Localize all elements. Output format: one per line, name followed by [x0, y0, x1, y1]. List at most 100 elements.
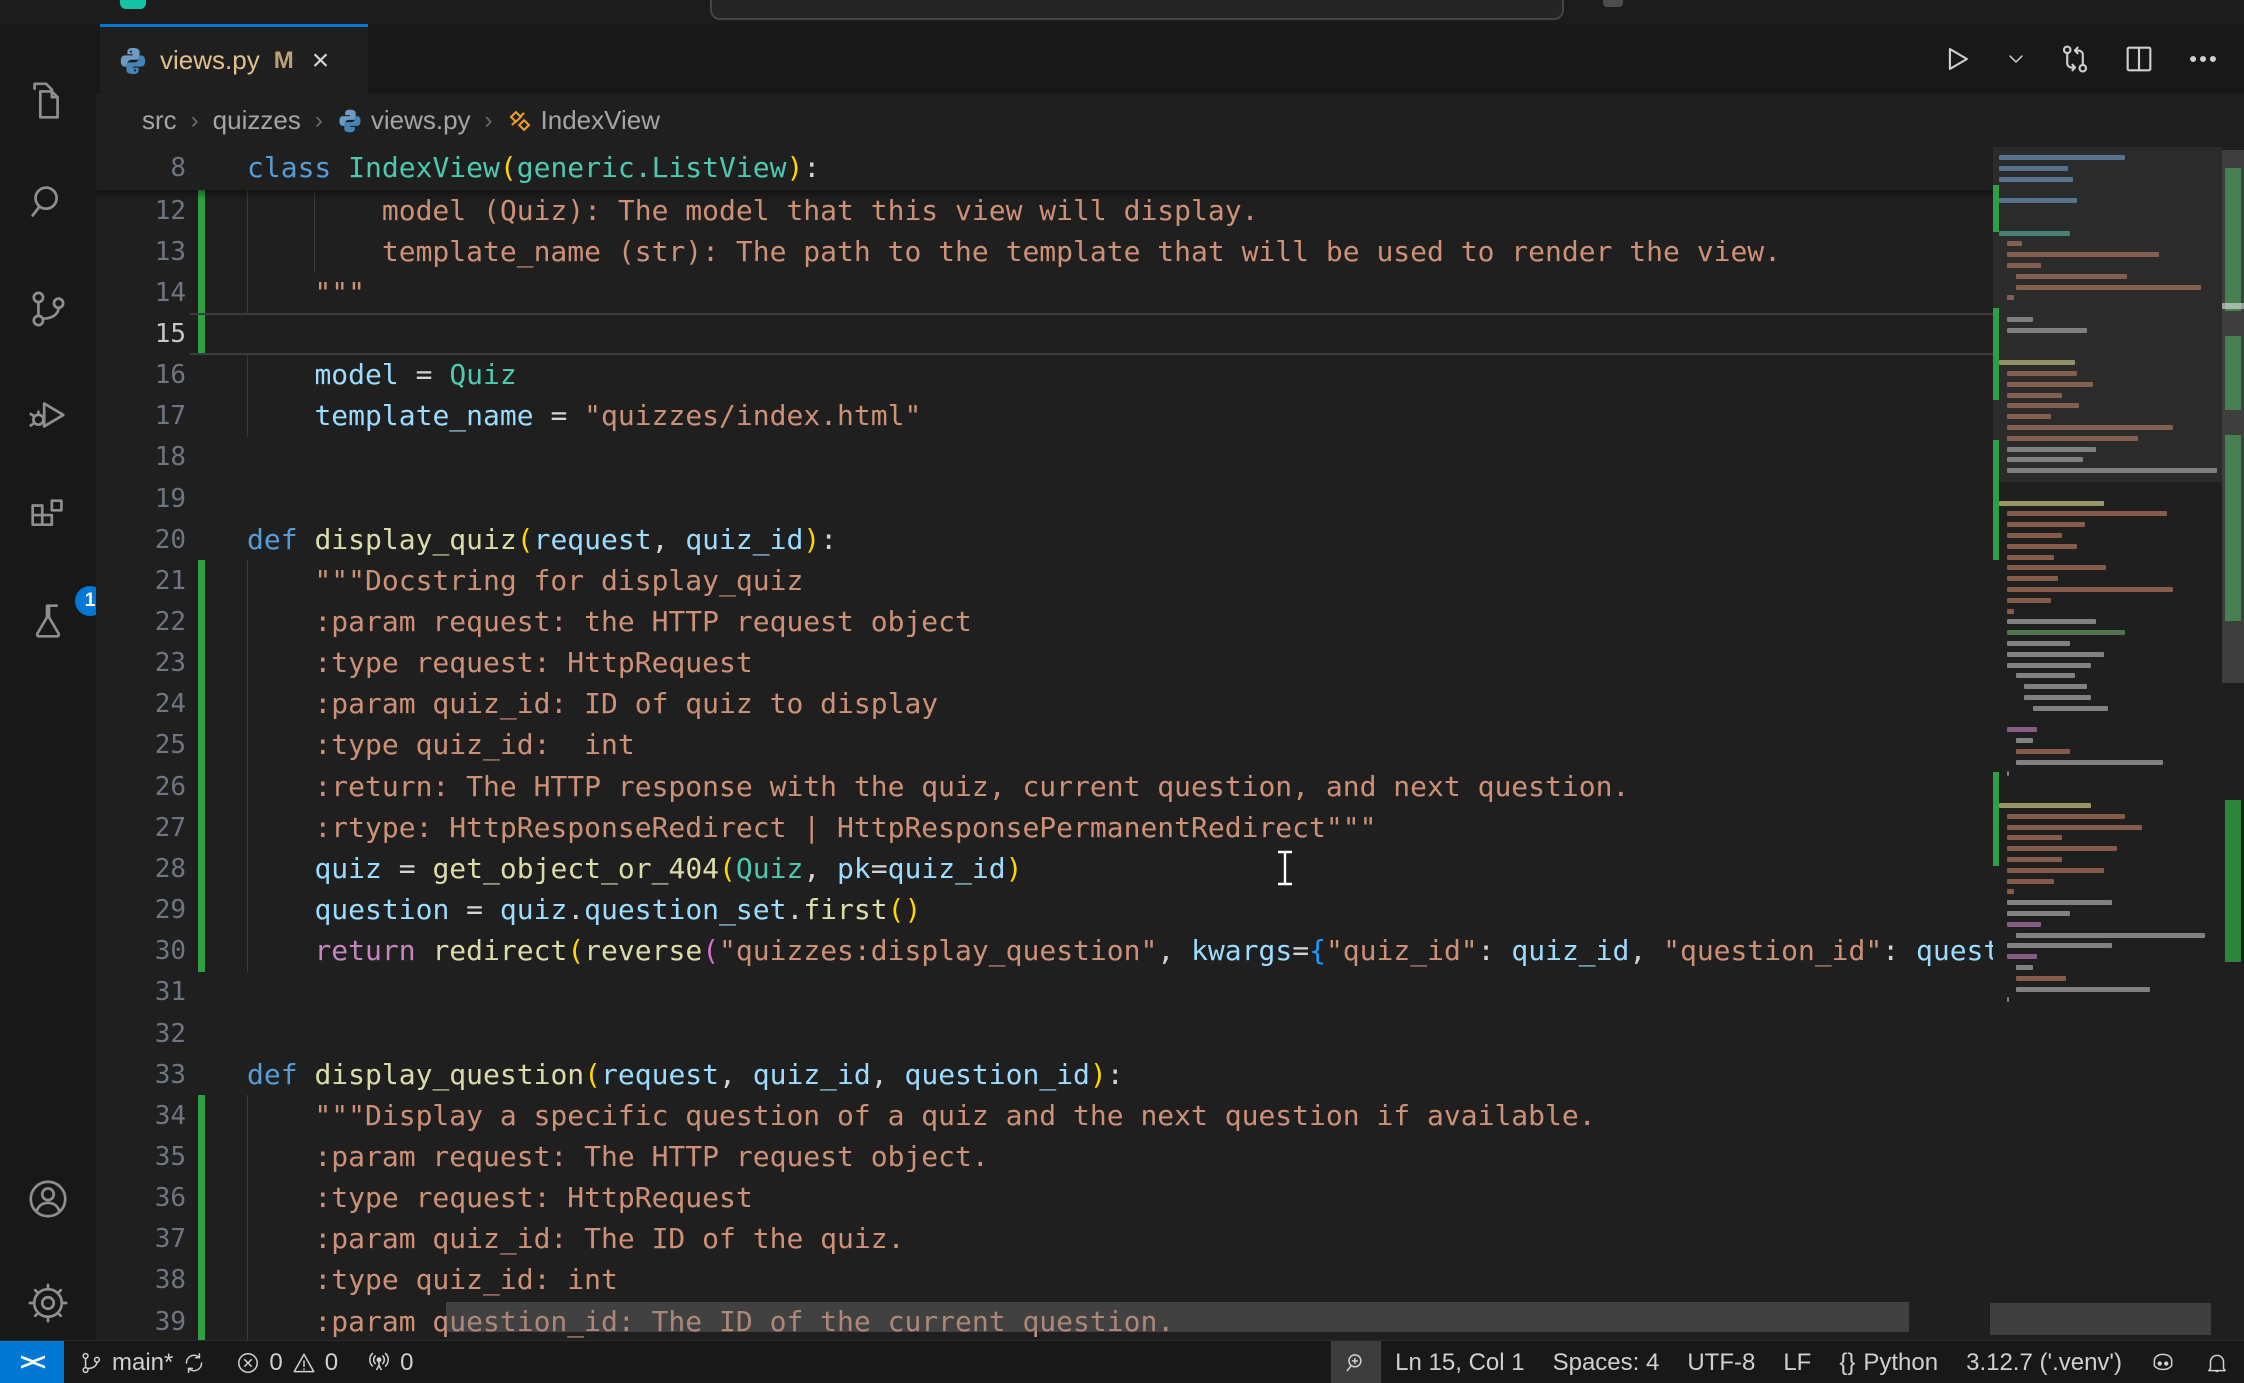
line-number[interactable]: 22 [96, 601, 186, 643]
line-number[interactable]: 15 [96, 313, 186, 355]
line-number[interactable]: 24 [96, 683, 186, 725]
line-number[interactable]: 39 [96, 1301, 186, 1340]
tab-close-icon[interactable]: × [312, 44, 330, 78]
run-debug-icon[interactable] [25, 390, 71, 436]
code-line[interactable]: 36 :type request: HttpRequest [96, 1177, 1993, 1220]
more-actions-icon[interactable] [2186, 42, 2220, 76]
remote-indicator[interactable]: >< [0, 1341, 64, 1383]
python-interpreter[interactable]: 3.12.7 ('.venv') [1952, 1341, 2136, 1383]
line-number[interactable]: 33 [96, 1054, 186, 1096]
line-number[interactable]: 18 [96, 436, 186, 478]
line-number[interactable]: 25 [96, 724, 186, 766]
line-number[interactable]: 16 [96, 354, 186, 396]
source-control-icon[interactable]: 1 [25, 286, 105, 616]
minimap-slider[interactable] [1993, 147, 2222, 482]
code-editor[interactable]: 12 model (Quiz): The model that this vie… [96, 147, 1993, 1340]
code-line[interactable]: 20 def display_quiz(request, quiz_id): [96, 519, 1993, 561]
run-dropdown-chevron-icon[interactable] [2004, 42, 2028, 76]
line-number[interactable]: 12 [96, 190, 186, 232]
line-number[interactable]: 35 [96, 1136, 186, 1178]
line-number[interactable]: 36 [96, 1177, 186, 1219]
breadcrumb-src[interactable]: src [142, 105, 177, 136]
line-number[interactable]: 17 [96, 395, 186, 437]
code-line[interactable]: 27 :rtype: HttpResponseRedirect | HttpRe… [96, 806, 1993, 849]
breadcrumb-quizzes[interactable]: quizzes [213, 105, 301, 136]
notifications-item[interactable] [2190, 1341, 2244, 1383]
tab-filename: views.py [160, 45, 260, 75]
explorer-icon[interactable] [25, 79, 71, 125]
testing-icon[interactable] [25, 598, 71, 644]
tab-views-py[interactable]: views.py M × [100, 24, 368, 94]
sticky-scroll[interactable]: 8 class IndexView(generic.ListView): [96, 147, 1993, 190]
code-line[interactable]: 17 template_name = "quizzes/index.html" [96, 395, 1993, 438]
git-modified-gutter-bar [198, 1218, 205, 1261]
code-line[interactable]: 35 :param request: The HTTP request obje… [96, 1135, 1993, 1178]
extensions-icon[interactable] [25, 494, 71, 540]
line-number[interactable]: 8 [96, 147, 186, 189]
split-editor-icon[interactable] [2122, 42, 2156, 76]
run-button-icon[interactable] [1940, 42, 1974, 76]
line-number[interactable]: 29 [96, 889, 186, 931]
command-center-search[interactable] [710, 0, 1564, 20]
line-number[interactable]: 27 [96, 807, 186, 849]
breadcrumb-indexview[interactable]: IndexView [507, 105, 660, 136]
sticky-scroll-line[interactable]: 8 class IndexView(generic.ListView): [96, 147, 1993, 189]
minimap-code-row [2015, 975, 2067, 981]
horizontal-scrollbar[interactable] [446, 1302, 1909, 1332]
settings-gear-icon[interactable] [25, 1280, 71, 1326]
code-line[interactable]: 21 """Docstring for display_quiz [96, 559, 1993, 602]
code-line[interactable]: 28 quiz = get_object_or_404(Quiz, pk=qui… [96, 847, 1993, 890]
code-line[interactable]: 18 [96, 436, 1993, 478]
line-number[interactable]: 23 [96, 642, 186, 684]
line-number[interactable]: 19 [96, 478, 186, 520]
code-line[interactable]: 23 :type request: HttpRequest [96, 642, 1993, 685]
line-number[interactable]: 31 [96, 971, 186, 1013]
line-number[interactable]: 37 [96, 1218, 186, 1260]
compare-changes-icon[interactable] [2058, 42, 2092, 76]
code-line[interactable]: 24 :param quiz_id: ID of quiz to display [96, 683, 1993, 726]
code-line[interactable]: 14 """ [96, 271, 1993, 314]
cursor-position[interactable]: Ln 15, Col 1 [1381, 1341, 1538, 1383]
code-line[interactable]: 34 """Display a specific question of a q… [96, 1094, 1993, 1137]
line-number[interactable]: 38 [96, 1259, 186, 1301]
vertical-scrollbar-thumb[interactable] [2222, 150, 2244, 683]
code-line[interactable]: 29 question = quiz.question_set.first() [96, 889, 1993, 932]
line-number[interactable]: 13 [96, 231, 186, 273]
search-icon[interactable] [25, 179, 71, 225]
code-line[interactable]: 37 :param quiz_id: The ID of the quiz. [96, 1218, 1993, 1261]
line-number[interactable]: 26 [96, 766, 186, 808]
copilot-item[interactable] [2136, 1341, 2190, 1383]
code-line[interactable]: 25 :type quiz_id: int [96, 724, 1993, 767]
code-line[interactable]: 31 [96, 971, 1993, 1013]
line-number[interactable]: 30 [96, 930, 186, 972]
code-line[interactable]: 33 def display_question(request, quiz_id,… [96, 1054, 1993, 1096]
indentation[interactable]: Spaces: 4 [1539, 1341, 1674, 1383]
code-line[interactable]: 38 :type quiz_id: int [96, 1259, 1993, 1302]
line-number[interactable]: 32 [96, 1013, 186, 1055]
zoom-indicator[interactable] [1331, 1341, 1382, 1383]
overview-ruler-scrollbar[interactable] [2222, 147, 2244, 1340]
account-icon[interactable] [25, 1176, 71, 1222]
code-line[interactable]: 22 :param request: the HTTP request obje… [96, 601, 1993, 643]
code-line[interactable]: 26 :return: The HTTP response with the q… [96, 765, 1993, 808]
code-line[interactable]: 19 [96, 478, 1993, 520]
minimap[interactable] [1993, 147, 2222, 1340]
line-number[interactable]: 21 [96, 560, 186, 602]
breadcrumb-views-py[interactable]: views.py [337, 105, 471, 136]
line-number[interactable]: 20 [96, 519, 186, 561]
code-line[interactable]: 13 template_name (str): The path to the … [96, 230, 1993, 273]
line-number[interactable]: 34 [96, 1095, 186, 1137]
line-number[interactable]: 14 [96, 272, 186, 314]
code-line[interactable]: 16 model = Quiz [96, 354, 1993, 397]
ports-item[interactable]: 0 [352, 1341, 427, 1383]
code-line[interactable]: 12 model (Quiz): The model that this vie… [96, 189, 1993, 232]
problems-item[interactable]: 0 0 [221, 1341, 352, 1383]
language-mode[interactable]: {} Python [1825, 1341, 1952, 1383]
code-line[interactable]: 30 return redirect(reverse("quizzes:disp… [96, 930, 1993, 973]
code-line[interactable]: 32 [96, 1013, 1993, 1055]
line-number[interactable]: 28 [96, 848, 186, 890]
git-branch-item[interactable]: main* [64, 1341, 221, 1383]
eol-sequence[interactable]: LF [1769, 1341, 1825, 1383]
minimap-code-row [2015, 965, 2033, 970]
encoding[interactable]: UTF-8 [1673, 1341, 1769, 1383]
